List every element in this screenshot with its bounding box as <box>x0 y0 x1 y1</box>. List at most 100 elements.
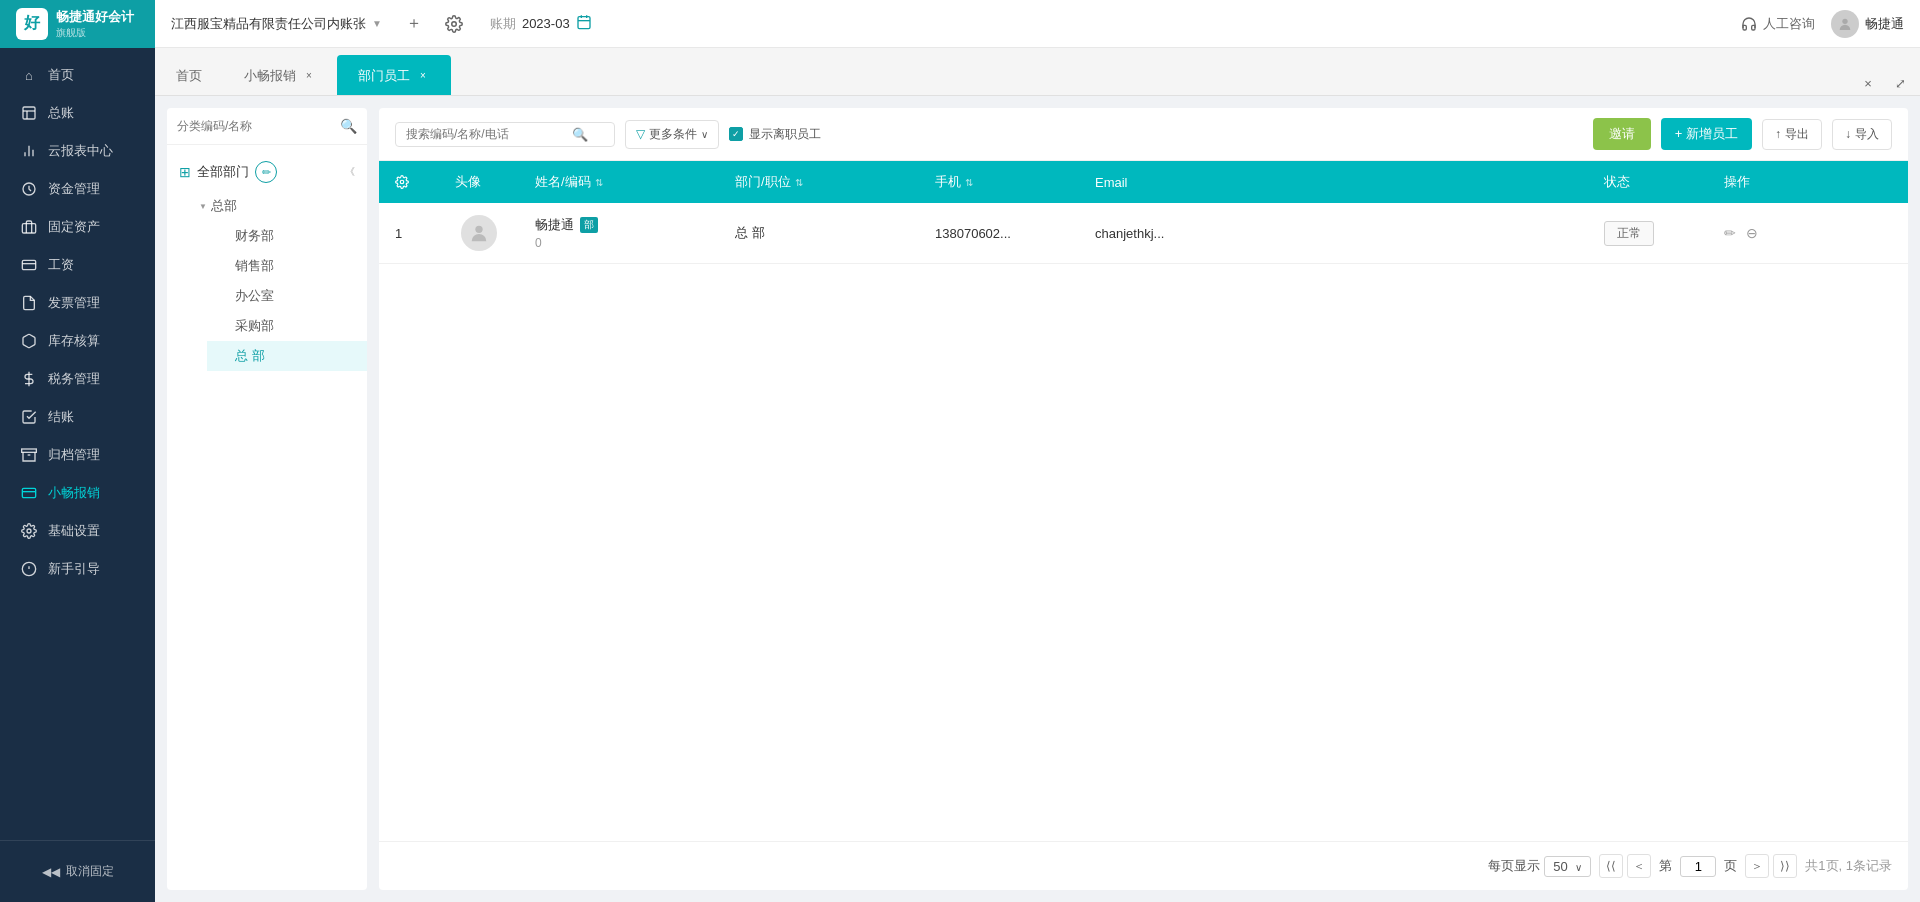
th-dept[interactable]: 部门/职位 ⇅ <box>719 161 919 203</box>
show-resigned-label: 显示离职员工 <box>749 126 821 143</box>
dept-parent-hq[interactable]: ▼ 总部 <box>187 191 367 221</box>
dept-child-purchase[interactable]: 采购部 <box>207 311 367 341</box>
service-button[interactable]: 人工咨询 <box>1741 15 1815 33</box>
employee-code: 0 <box>535 236 703 250</box>
cell-email: chanjethkj... <box>1079 214 1588 253</box>
sidebar-item-expense[interactable]: 小畅报销 <box>0 474 155 512</box>
svg-rect-17 <box>22 449 37 452</box>
sidebar-item-ledger[interactable]: 总账 <box>0 94 155 132</box>
sidebar-item-invoice[interactable]: 发票管理 <box>0 284 155 322</box>
inventory-icon <box>20 332 38 350</box>
tab-home[interactable]: 首页 <box>155 55 223 95</box>
th-status: 状态 <box>1588 161 1708 203</box>
cancel-fixed-button[interactable]: ◀◀ 取消固定 <box>0 853 155 890</box>
employee-search-icon[interactable]: 🔍 <box>572 127 588 142</box>
dept-finance-label: 财务部 <box>235 228 274 243</box>
export-button[interactable]: ↑ 导出 <box>1762 119 1822 150</box>
svg-rect-19 <box>22 488 35 497</box>
tab-dept-employee-close[interactable]: × <box>416 69 430 83</box>
tab-dept-employee[interactable]: 部门员工 × <box>337 55 451 95</box>
sidebar-item-funds[interactable]: 资金管理 <box>0 170 155 208</box>
sidebar-nav: ⌂ 首页 总账 云报表中心 <box>0 48 155 840</box>
sidebar-item-guide[interactable]: 新手引导 <box>0 550 155 588</box>
topbar-actions: ＋ 账期 2023-03 <box>402 12 592 36</box>
table-row: 1 畅捷通 <box>379 203 1908 264</box>
invite-button[interactable]: 邀请 <box>1593 118 1651 150</box>
period-value: 2023-03 <box>522 16 570 31</box>
dept-search-input[interactable] <box>177 119 334 133</box>
filter-icon: ▽ <box>636 127 645 141</box>
calendar-icon[interactable] <box>576 14 592 33</box>
grid-icon: ⊞ <box>179 164 191 180</box>
add-tab-button[interactable]: ＋ <box>402 12 426 36</box>
page-input[interactable] <box>1680 856 1716 877</box>
cell-phone: 138070602... <box>919 214 1079 253</box>
cell-status: 正常 <box>1588 209 1708 258</box>
total-info: 共1页, 1条记录 <box>1805 857 1892 875</box>
cell-action: ✏ ⊖ <box>1708 213 1908 253</box>
th-name[interactable]: 姓名/编码 ⇅ <box>519 161 719 203</box>
name-sort-icon: ⇅ <box>595 177 603 188</box>
show-resigned-checkbox[interactable]: ✓ 显示离职员工 <box>729 126 821 143</box>
expand-icon: ▼ <box>199 202 207 211</box>
toolbar-right: 邀请 + 新增员工 ↑ 导出 ↓ 导入 <box>1593 118 1892 150</box>
dept-all-item[interactable]: ⊞ 全部部门 ✏ 《 <box>167 153 367 191</box>
sidebar-item-archive[interactable]: 归档管理 <box>0 436 155 474</box>
sidebar-item-home[interactable]: ⌂ 首页 <box>0 56 155 94</box>
th-settings[interactable] <box>379 161 439 203</box>
tab-expense-close[interactable]: × <box>302 69 316 83</box>
row-no: 1 <box>395 226 402 241</box>
company-selector[interactable]: 江西服宝精品有限责任公司内账张 ▼ <box>171 15 382 33</box>
status-badge: 正常 <box>1604 221 1654 246</box>
sidebar-item-tax[interactable]: 税务管理 <box>0 360 155 398</box>
dept-child-general[interactable]: 总 部 <box>207 341 367 371</box>
employee-search-input[interactable] <box>406 127 566 141</box>
sidebar-item-inventory[interactable]: 库存核算 <box>0 322 155 360</box>
tab-fullscreen-button[interactable]: ⤢ <box>1888 71 1912 95</box>
sidebar-label-close: 结账 <box>48 408 74 426</box>
dept-collapse-icon[interactable]: 《 <box>345 165 355 179</box>
tab-expense[interactable]: 小畅报销 × <box>223 55 337 95</box>
filter-button[interactable]: ▽ 更多条件 ∨ <box>625 120 719 149</box>
edit-icon[interactable]: ✏ <box>1724 225 1736 241</box>
sidebar-item-assets[interactable]: 固定资产 <box>0 208 155 246</box>
cell-avatar <box>439 203 519 263</box>
th-phone[interactable]: 手机 ⇅ <box>919 161 1079 203</box>
sidebar-item-reports[interactable]: 云报表中心 <box>0 132 155 170</box>
assets-icon <box>20 218 38 236</box>
dept-edit-icon[interactable]: ✏ <box>255 161 277 183</box>
dept-child-sales[interactable]: 销售部 <box>207 251 367 281</box>
tab-dept-employee-label: 部门员工 <box>358 67 410 85</box>
dept-children-hq: 财务部 销售部 办公室 采购部 <box>187 221 367 371</box>
last-page-button[interactable]: ⟩⟩ <box>1773 854 1797 878</box>
user-area[interactable]: 畅捷通 <box>1831 10 1904 38</box>
sidebar-item-basic-settings[interactable]: 基础设置 <box>0 512 155 550</box>
logout-icon[interactable]: ⊖ <box>1746 225 1758 241</box>
first-page-button[interactable]: ⟨⟨ <box>1599 854 1623 878</box>
dept-child-office[interactable]: 办公室 <box>207 281 367 311</box>
dept-hq-label: 总部 <box>211 197 237 215</box>
prev-page-button[interactable]: ＜ <box>1627 854 1651 878</box>
dept-search-icon[interactable]: 🔍 <box>340 118 357 134</box>
add-employee-button[interactable]: + 新增员工 <box>1661 118 1752 150</box>
period-area: 账期 2023-03 <box>490 14 592 33</box>
name-cell: 畅捷通 部 0 <box>535 216 703 250</box>
export-label: 导出 <box>1785 126 1809 143</box>
sidebar-item-salary[interactable]: 工资 <box>0 246 155 284</box>
import-button[interactable]: ↓ 导入 <box>1832 119 1892 150</box>
close-accounts-icon <box>20 408 38 426</box>
th-action: 操作 <box>1708 161 1908 203</box>
dept-child-finance[interactable]: 财务部 <box>207 221 367 251</box>
settings-icon[interactable] <box>442 12 466 36</box>
page-size-value[interactable]: 50 ∨ <box>1544 856 1591 877</box>
top-bar: 好 畅捷通好会计 旗舰版 江西服宝精品有限责任公司内账张 ▼ ＋ 账期 2023… <box>0 0 1920 48</box>
th-email: Email <box>1079 161 1588 203</box>
tab-close-all-button[interactable]: × <box>1856 71 1880 95</box>
chevron-down-icon: ▼ <box>372 18 382 29</box>
col-dept-label: 部门/职位 <box>735 173 791 191</box>
svg-point-21 <box>27 529 31 533</box>
service-label: 人工咨询 <box>1763 15 1815 33</box>
next-page-button[interactable]: ＞ <box>1745 854 1769 878</box>
company-name: 江西服宝精品有限责任公司内账张 <box>171 15 366 33</box>
sidebar-item-close[interactable]: 结账 <box>0 398 155 436</box>
